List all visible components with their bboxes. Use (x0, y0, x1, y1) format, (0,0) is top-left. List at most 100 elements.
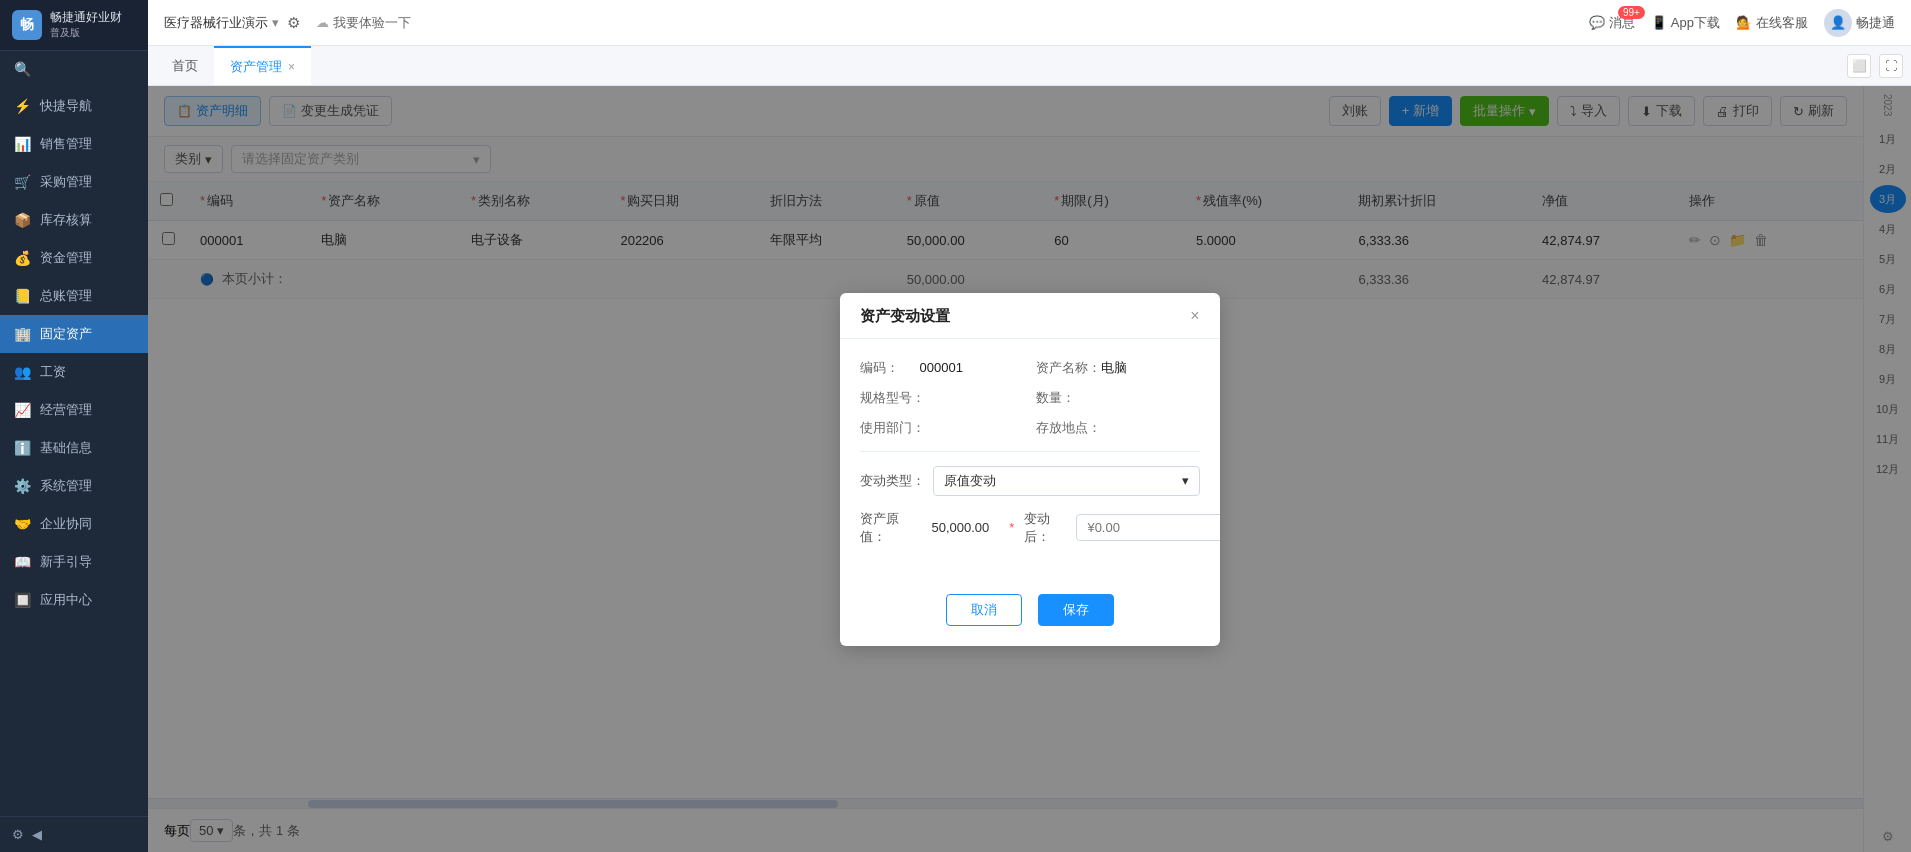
modal-code-value: 000001 (920, 360, 963, 375)
modal-original-value-label: 资产原值： (860, 510, 924, 546)
modal-code-row: 编码： 000001 (860, 359, 1024, 377)
online-service-label: 在线客服 (1756, 14, 1808, 32)
sidebar-item-search[interactable]: 🔍 (0, 51, 148, 87)
sidebar-item-purchase-label: 采购管理 (40, 173, 92, 191)
modal-info-group-3: 使用部门： 存放地点： (860, 419, 1200, 437)
sidebar-item-collab-label: 企业协同 (40, 515, 92, 533)
modal-dept-label: 使用部门： (860, 419, 925, 437)
cloud-icon: ☁ (316, 15, 329, 30)
sidebar-item-quicknav[interactable]: ⚡ 快捷导航 (0, 87, 148, 125)
sidebar-item-operations[interactable]: 📈 经营管理 (0, 391, 148, 429)
purchase-icon: 🛒 (12, 174, 32, 190)
sidebar-item-system-label: 系统管理 (40, 477, 92, 495)
company-arrow-icon: ▾ (272, 15, 279, 30)
sidebar-item-appstore-label: 应用中心 (40, 591, 92, 609)
sidebar-item-guide[interactable]: 📖 新手引导 (0, 543, 148, 581)
modal-name-row: 资产名称： 电脑 (1036, 359, 1200, 377)
sidebar-item-ledger[interactable]: 📒 总账管理 (0, 277, 148, 315)
operations-icon: 📈 (12, 402, 32, 418)
change-type-select[interactable]: 原值变动 ▾ (933, 466, 1200, 496)
tab-window-restore-btn[interactable]: ⬜ (1847, 54, 1871, 78)
user-btn[interactable]: 👤 畅捷通 (1824, 9, 1895, 37)
online-service-btn[interactable]: 💁 在线客服 (1736, 14, 1808, 32)
message-badge: 99+ (1618, 6, 1645, 19)
message-icon: 💬 (1589, 15, 1605, 30)
sidebar-item-purchase[interactable]: 🛒 采购管理 (0, 163, 148, 201)
change-type-arrow-icon: ▾ (1182, 473, 1189, 488)
payroll-icon: 👥 (12, 364, 32, 380)
download-icon: 📱 (1651, 15, 1667, 30)
modal-info-group-2: 规格型号： 数量： (860, 389, 1200, 407)
sidebar-collapse-btn[interactable]: ◀ (32, 827, 42, 842)
sidebar-item-appstore[interactable]: 🔲 应用中心 (0, 581, 148, 619)
modal-overlay: 资产变动设置 × 编码： 000001 资产名称： 电脑 (148, 86, 1911, 852)
ledger-icon: 📒 (12, 288, 32, 304)
tabbar: 首页 资产管理 × ⬜ ⛶ (148, 46, 1911, 86)
guide-icon: 📖 (12, 554, 32, 570)
sidebar-item-ledger-label: 总账管理 (40, 287, 92, 305)
sidebar-item-finance[interactable]: 💰 资金管理 (0, 239, 148, 277)
modal-body: 编码： 000001 资产名称： 电脑 规格型号： (840, 339, 1220, 580)
company-name: 医疗器械行业演示 (164, 14, 268, 32)
username-label: 畅捷通 (1856, 14, 1895, 32)
tab-asset-management[interactable]: 资产管理 × (214, 46, 311, 85)
search-icon: 🔍 (12, 61, 32, 77)
sidebar-item-operations-label: 经营管理 (40, 401, 92, 419)
app-edition: 普及版 (50, 26, 122, 40)
service-icon: 💁 (1736, 15, 1752, 30)
modal-divider (860, 451, 1200, 452)
tabbar-right-btns: ⬜ ⛶ (1847, 54, 1903, 78)
topbar-right: 💬 消息 99+ 📱 App下载 💁 在线客服 👤 畅捷通 (1589, 9, 1895, 37)
appstore-icon: 🔲 (12, 592, 32, 608)
app-download-btn[interactable]: 📱 App下载 (1651, 14, 1720, 32)
modal-change-type-row: 变动类型： 原值变动 ▾ (860, 466, 1200, 496)
sidebar-item-basic-info[interactable]: ℹ️ 基础信息 (0, 429, 148, 467)
tab-home[interactable]: 首页 (156, 46, 214, 85)
company-selector[interactable]: 医疗器械行业演示 ▾ (164, 14, 279, 32)
modal-after-label: 变动后： (1024, 510, 1068, 546)
change-type-value: 原值变动 (944, 472, 996, 490)
messages-btn[interactable]: 💬 消息 99+ (1589, 14, 1635, 32)
topbar-settings-icon[interactable]: ⚙ (287, 14, 300, 32)
modal-dept-row: 使用部门： (860, 419, 1024, 437)
experience-label: 我要体验一下 (333, 14, 411, 32)
experience-btn[interactable]: ☁ 我要体验一下 (316, 14, 411, 32)
sidebar-item-payroll[interactable]: 👥 工资 (0, 353, 148, 391)
quicknav-icon: ⚡ (12, 98, 32, 114)
sidebar-item-collab[interactable]: 🤝 企业协同 (0, 505, 148, 543)
modal-value-row: 资产原值： 50,000.00 * 变动后： (860, 510, 1200, 546)
logo-text-block: 畅捷通好业财 普及版 (50, 10, 122, 40)
modal-close-btn[interactable]: × (1190, 307, 1199, 325)
sidebar-item-basic-info-label: 基础信息 (40, 439, 92, 457)
modal-title: 资产变动设置 (860, 307, 950, 326)
sidebar-item-sales-label: 销售管理 (40, 135, 92, 153)
tab-close-btn[interactable]: × (288, 60, 295, 74)
basic-info-icon: ℹ️ (12, 440, 32, 456)
modal-spec-label: 规格型号： (860, 389, 925, 407)
collab-icon: 🤝 (12, 516, 32, 532)
sidebar-item-system[interactable]: ⚙️ 系统管理 (0, 467, 148, 505)
sidebar-item-quicknav-label: 快捷导航 (40, 97, 92, 115)
settings-bottom-icon[interactable]: ⚙ (12, 827, 24, 842)
modal-footer: 取消 保存 (840, 580, 1220, 646)
main-area: 医疗器械行业演示 ▾ ⚙ ☁ 我要体验一下 💬 消息 99+ 📱 App下载 💁… (148, 0, 1911, 852)
modal-name-value: 电脑 (1101, 359, 1127, 377)
sidebar-item-sales[interactable]: 📊 销售管理 (0, 125, 148, 163)
modal-cancel-btn[interactable]: 取消 (946, 594, 1022, 626)
content-area: 📋 资产明细 📄 变更生成凭证 刘账 + 新增 批量操作 ▾ ⤵ (148, 86, 1911, 852)
sidebar-item-fixed-assets[interactable]: 🏢 固定资产 (0, 315, 148, 353)
sidebar-item-inventory[interactable]: 📦 库存核算 (0, 201, 148, 239)
sales-icon: 📊 (12, 136, 32, 152)
modal-required-mark: * (1009, 520, 1014, 535)
tab-fullscreen-btn[interactable]: ⛶ (1879, 54, 1903, 78)
app-name: 畅捷通好业财 (50, 10, 122, 26)
modal-after-input[interactable] (1076, 514, 1219, 541)
modal-info-group-1: 编码： 000001 资产名称： 电脑 (860, 359, 1200, 377)
modal-original-value-display: 50,000.00 (932, 520, 990, 535)
sidebar-item-payroll-label: 工资 (40, 363, 66, 381)
inventory-icon: 📦 (12, 212, 32, 228)
system-icon: ⚙️ (12, 478, 32, 494)
modal-header: 资产变动设置 × (840, 293, 1220, 339)
modal-save-btn[interactable]: 保存 (1038, 594, 1114, 626)
finance-icon: 💰 (12, 250, 32, 266)
